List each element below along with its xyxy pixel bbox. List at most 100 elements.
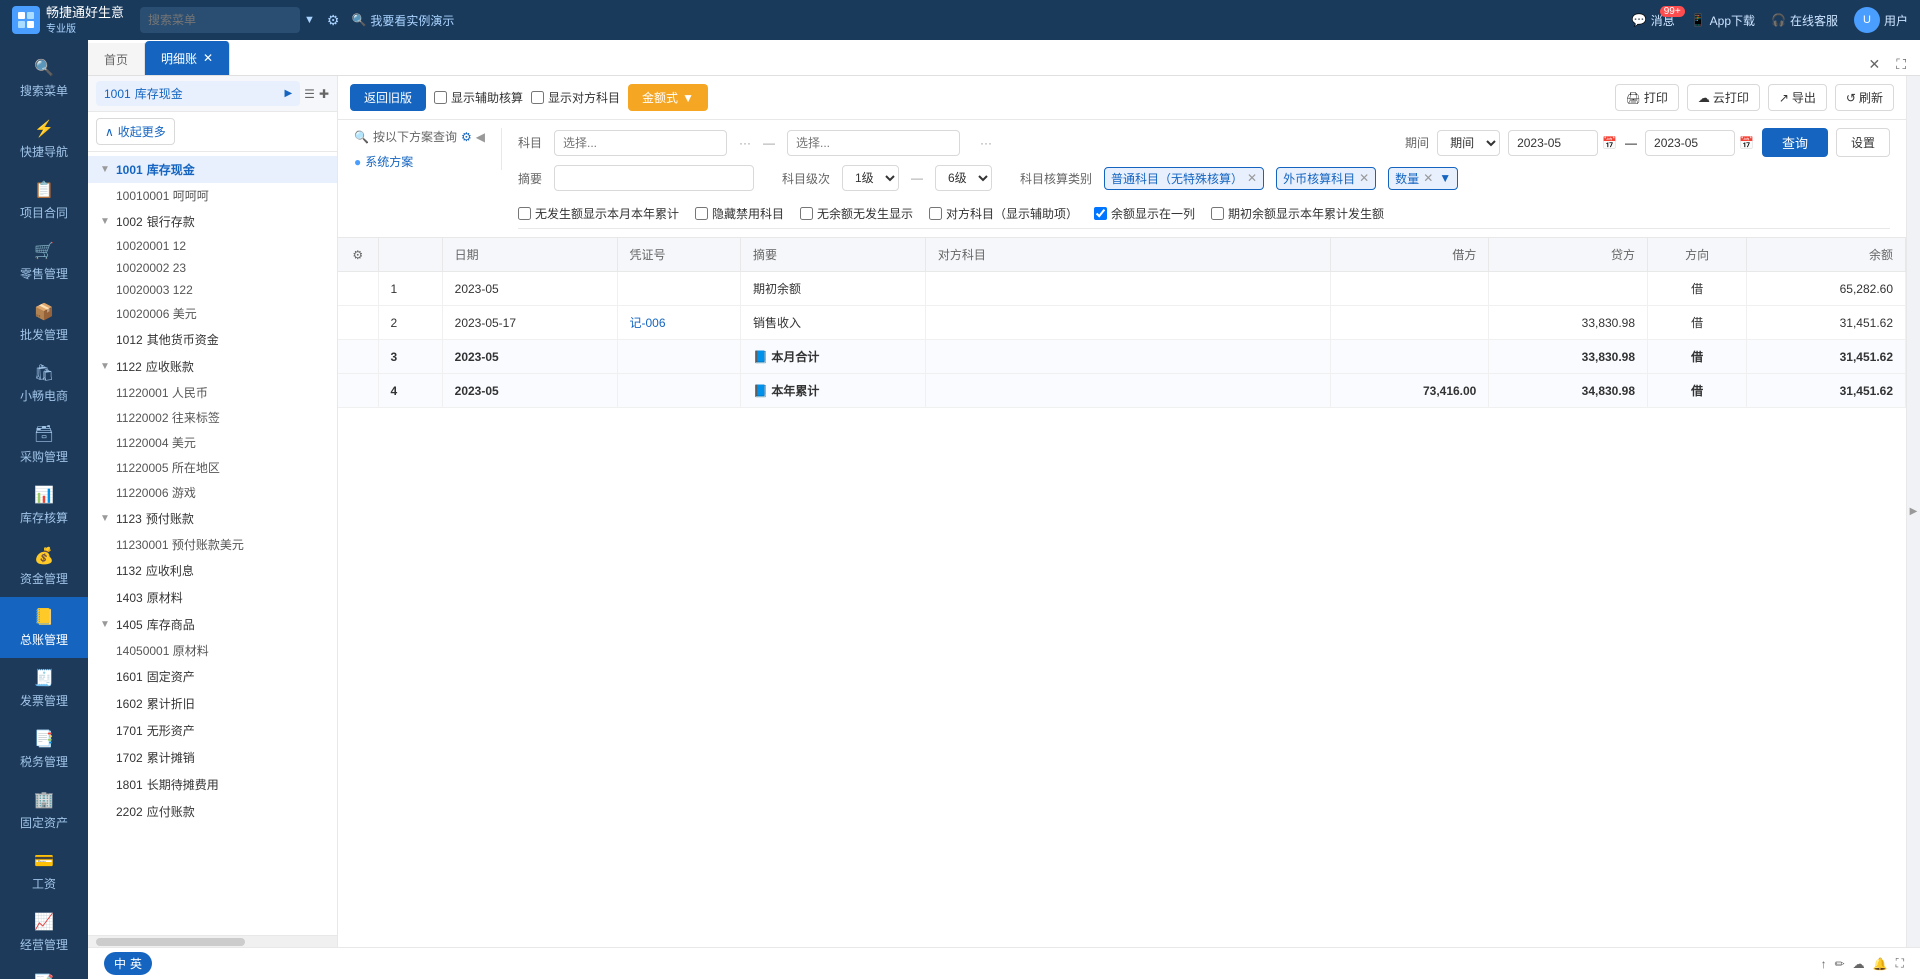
calendar-end-icon[interactable]: 📅 (1739, 136, 1754, 150)
tree-item-1122[interactable]: ▼ 1122 应收账款 (88, 353, 337, 380)
tree-child-14050001[interactable]: 14050001 原材料 (88, 638, 337, 663)
status-tool-bell[interactable]: 🔔 (1873, 957, 1888, 971)
summary-input[interactable] (554, 165, 754, 191)
tree-child-10020006[interactable]: 10020006 美元 (88, 301, 337, 326)
sidebar-item-assets[interactable]: 🏢 固定资产 (0, 780, 88, 841)
sidebar-item-retail[interactable]: 🛒 零售管理 (0, 231, 88, 292)
window-close-button[interactable]: ✕ (1862, 54, 1886, 75)
sidebar-item-accounting[interactable]: 📒 总账管理 (0, 597, 88, 658)
demo-link[interactable]: 🔍 我要看实例演示 (351, 12, 454, 29)
subject-level-start-select[interactable]: 1级2级3级 (842, 165, 899, 191)
tag-quantity[interactable]: 数量 ✕ ▼ (1388, 167, 1458, 190)
export-button[interactable]: ↗ 导出 (1768, 84, 1827, 111)
status-tool-expand[interactable]: ⛶ (1896, 956, 1904, 971)
checkbox-single-row[interactable]: 余额显示在一列 (1094, 205, 1195, 222)
tree-item-1123[interactable]: ▼ 1123 预付账款 (88, 505, 337, 532)
tree-item-1702[interactable]: ▼ 1702 累计摊销 (88, 744, 337, 771)
online-service-item[interactable]: 🎧 在线客服 (1771, 12, 1838, 29)
status-tool-cloud[interactable]: ☁ (1853, 957, 1865, 971)
calendar-start-icon[interactable]: 📅 (1602, 136, 1617, 150)
settings-icon-small[interactable]: ⚙ (461, 130, 472, 144)
show-aux-checkbox[interactable]: 显示辅助核算 (434, 89, 523, 106)
left-panel-scrollbar[interactable] (88, 935, 337, 947)
status-tool-2[interactable]: ✏ (1835, 957, 1845, 971)
subject-end-input[interactable] (787, 130, 960, 156)
sidebar-item-wholesale[interactable]: 📦 批发管理 (0, 292, 88, 353)
show-counter-checkbox[interactable]: 显示对方科目 (531, 89, 620, 106)
search-input[interactable] (140, 7, 300, 33)
expand-more-button[interactable]: ∧ 收起更多 (96, 118, 175, 145)
user-item[interactable]: U 用户 (1854, 7, 1908, 33)
voucher-link-2[interactable]: 记-006 (630, 316, 666, 330)
sidebar-item-purchase[interactable]: 🗃 采购管理 (0, 414, 88, 475)
app-download-item[interactable]: 📱 App下载 (1691, 12, 1755, 29)
print-button[interactable]: 🖨 打印 (1615, 84, 1679, 111)
return-old-version-button[interactable]: 返回旧版 (350, 84, 426, 111)
period-start-input[interactable] (1508, 130, 1598, 156)
gear-icon[interactable]: ⚙ (327, 12, 340, 29)
tag-normal-close[interactable]: ✕ (1247, 171, 1257, 185)
tab-ledger-close[interactable]: ✕ (203, 51, 213, 65)
sidebar-item-invoice[interactable]: 🧾 发票管理 (0, 658, 88, 719)
tag-normal[interactable]: 普通科目（无特殊核算） ✕ (1104, 167, 1264, 190)
tree-item-1602[interactable]: ▼ 1602 累计折旧 (88, 690, 337, 717)
add-icon[interactable]: ✚ (319, 87, 329, 101)
tag-foreign[interactable]: 外币核算科目 ✕ (1276, 167, 1376, 190)
period-type-select[interactable]: 期间 年度 (1437, 130, 1500, 156)
collapse-arrow[interactable]: ◀ (476, 130, 485, 144)
message-item[interactable]: 💬 消息 99+ (1632, 12, 1675, 29)
tree-item-1403[interactable]: ▼ 1403 原材料 (88, 584, 337, 611)
cn-en-switch-button[interactable]: 中 英 (104, 952, 152, 975)
tree-item-1601[interactable]: ▼ 1601 固定资产 (88, 663, 337, 690)
tree-child-10020001[interactable]: 10020001 12 (88, 235, 337, 257)
checkbox-counterpart[interactable]: 对方科目（显示辅助项） (929, 205, 1078, 222)
tree-child-11220005[interactable]: 11220005 所在地区 (88, 455, 337, 480)
tree-item-1012[interactable]: ▼ 1012 其他货币资金 (88, 326, 337, 353)
tree-item-1002[interactable]: ▼ 1002 银行存款 (88, 208, 337, 235)
sidebar-item-business[interactable]: 📈 经营管理 (0, 902, 88, 963)
sidebar-item-search[interactable]: 🔍 搜索菜单 (0, 48, 88, 109)
subject-level-end-select[interactable]: 6级5级4级 (935, 165, 992, 191)
tab-home[interactable]: 首页 (88, 43, 145, 75)
tree-child-11220001[interactable]: 11220001 人民币 (88, 380, 337, 405)
search-button[interactable]: 查询 (1762, 128, 1828, 157)
checkbox-no-balance[interactable]: 无发生额显示本月本年累计 (518, 205, 679, 222)
tree-child-11220006[interactable]: 11220006 游戏 (88, 480, 337, 505)
status-tool-1[interactable]: ↑ (1821, 957, 1827, 971)
tree-item-1132[interactable]: ▼ 1132 应收利息 (88, 557, 337, 584)
sidebar-item-tax[interactable]: 📑 税务管理 (0, 719, 88, 780)
checkbox-no-balance-show[interactable]: 无余额无发生显示 (800, 205, 913, 222)
right-side-panel[interactable]: ▶ (1906, 76, 1920, 947)
refresh-button[interactable]: ↺ 刷新 (1835, 84, 1894, 111)
window-fullscreen-button[interactable]: ⛶ (1890, 54, 1912, 75)
tag-quantity-close[interactable]: ✕ (1423, 171, 1433, 185)
checkbox-opening-balance[interactable]: 期初余额显示本年累计发生额 (1211, 205, 1384, 222)
row-voucher-2[interactable]: 记-006 (617, 306, 741, 340)
subject-input[interactable] (554, 130, 727, 156)
query-scheme-item[interactable]: ● 系统方案 (354, 153, 485, 170)
sidebar-item-quicknav[interactable]: ⚡ 快捷导航 (0, 109, 88, 170)
tree-child-11230001[interactable]: 11230001 预付账款美元 (88, 532, 337, 557)
sidebar-item-salesreport[interactable]: 📝 小畅报销 (0, 963, 88, 979)
period-end-input[interactable] (1645, 130, 1735, 156)
tree-child-10010001[interactable]: 10010001 呵呵呵 (88, 183, 337, 208)
tree-item-1001[interactable]: ▼ 1001 库存现金 (88, 156, 337, 183)
tree-item-1405[interactable]: ▼ 1405 库存商品 (88, 611, 337, 638)
tab-ledger[interactable]: 明细账 ✕ (145, 41, 230, 75)
sidebar-item-ecommerce[interactable]: 🛍 小畅电商 (0, 353, 88, 414)
tree-child-10020003[interactable]: 10020003 122 (88, 279, 337, 301)
gold-format-button[interactable]: 金额式 ▼ (628, 84, 708, 111)
tree-item-2202[interactable]: ▼ 2202 应付账款 (88, 798, 337, 825)
tag-foreign-close[interactable]: ✕ (1359, 171, 1369, 185)
tree-item-1801[interactable]: ▼ 1801 长期待摊费用 (88, 771, 337, 798)
tree-child-10020002[interactable]: 10020002 23 (88, 257, 337, 279)
sidebar-item-fund[interactable]: 💰 资金管理 (0, 536, 88, 597)
list-view-icon[interactable]: ☰ (304, 87, 315, 101)
subject-selector[interactable]: 1001 库存现金 ▶ (96, 81, 300, 106)
sidebar-item-salary[interactable]: 💳 工资 (0, 841, 88, 902)
sidebar-item-inventory[interactable]: 📊 库存核算 (0, 475, 88, 536)
dropdown-arrow-icon[interactable]: ▼ (304, 14, 315, 26)
dropdown-icon[interactable]: ▼ (1439, 171, 1451, 185)
checkbox-hide-disabled[interactable]: 隐藏禁用科目 (695, 205, 784, 222)
settings-button[interactable]: 设置 (1836, 128, 1890, 157)
